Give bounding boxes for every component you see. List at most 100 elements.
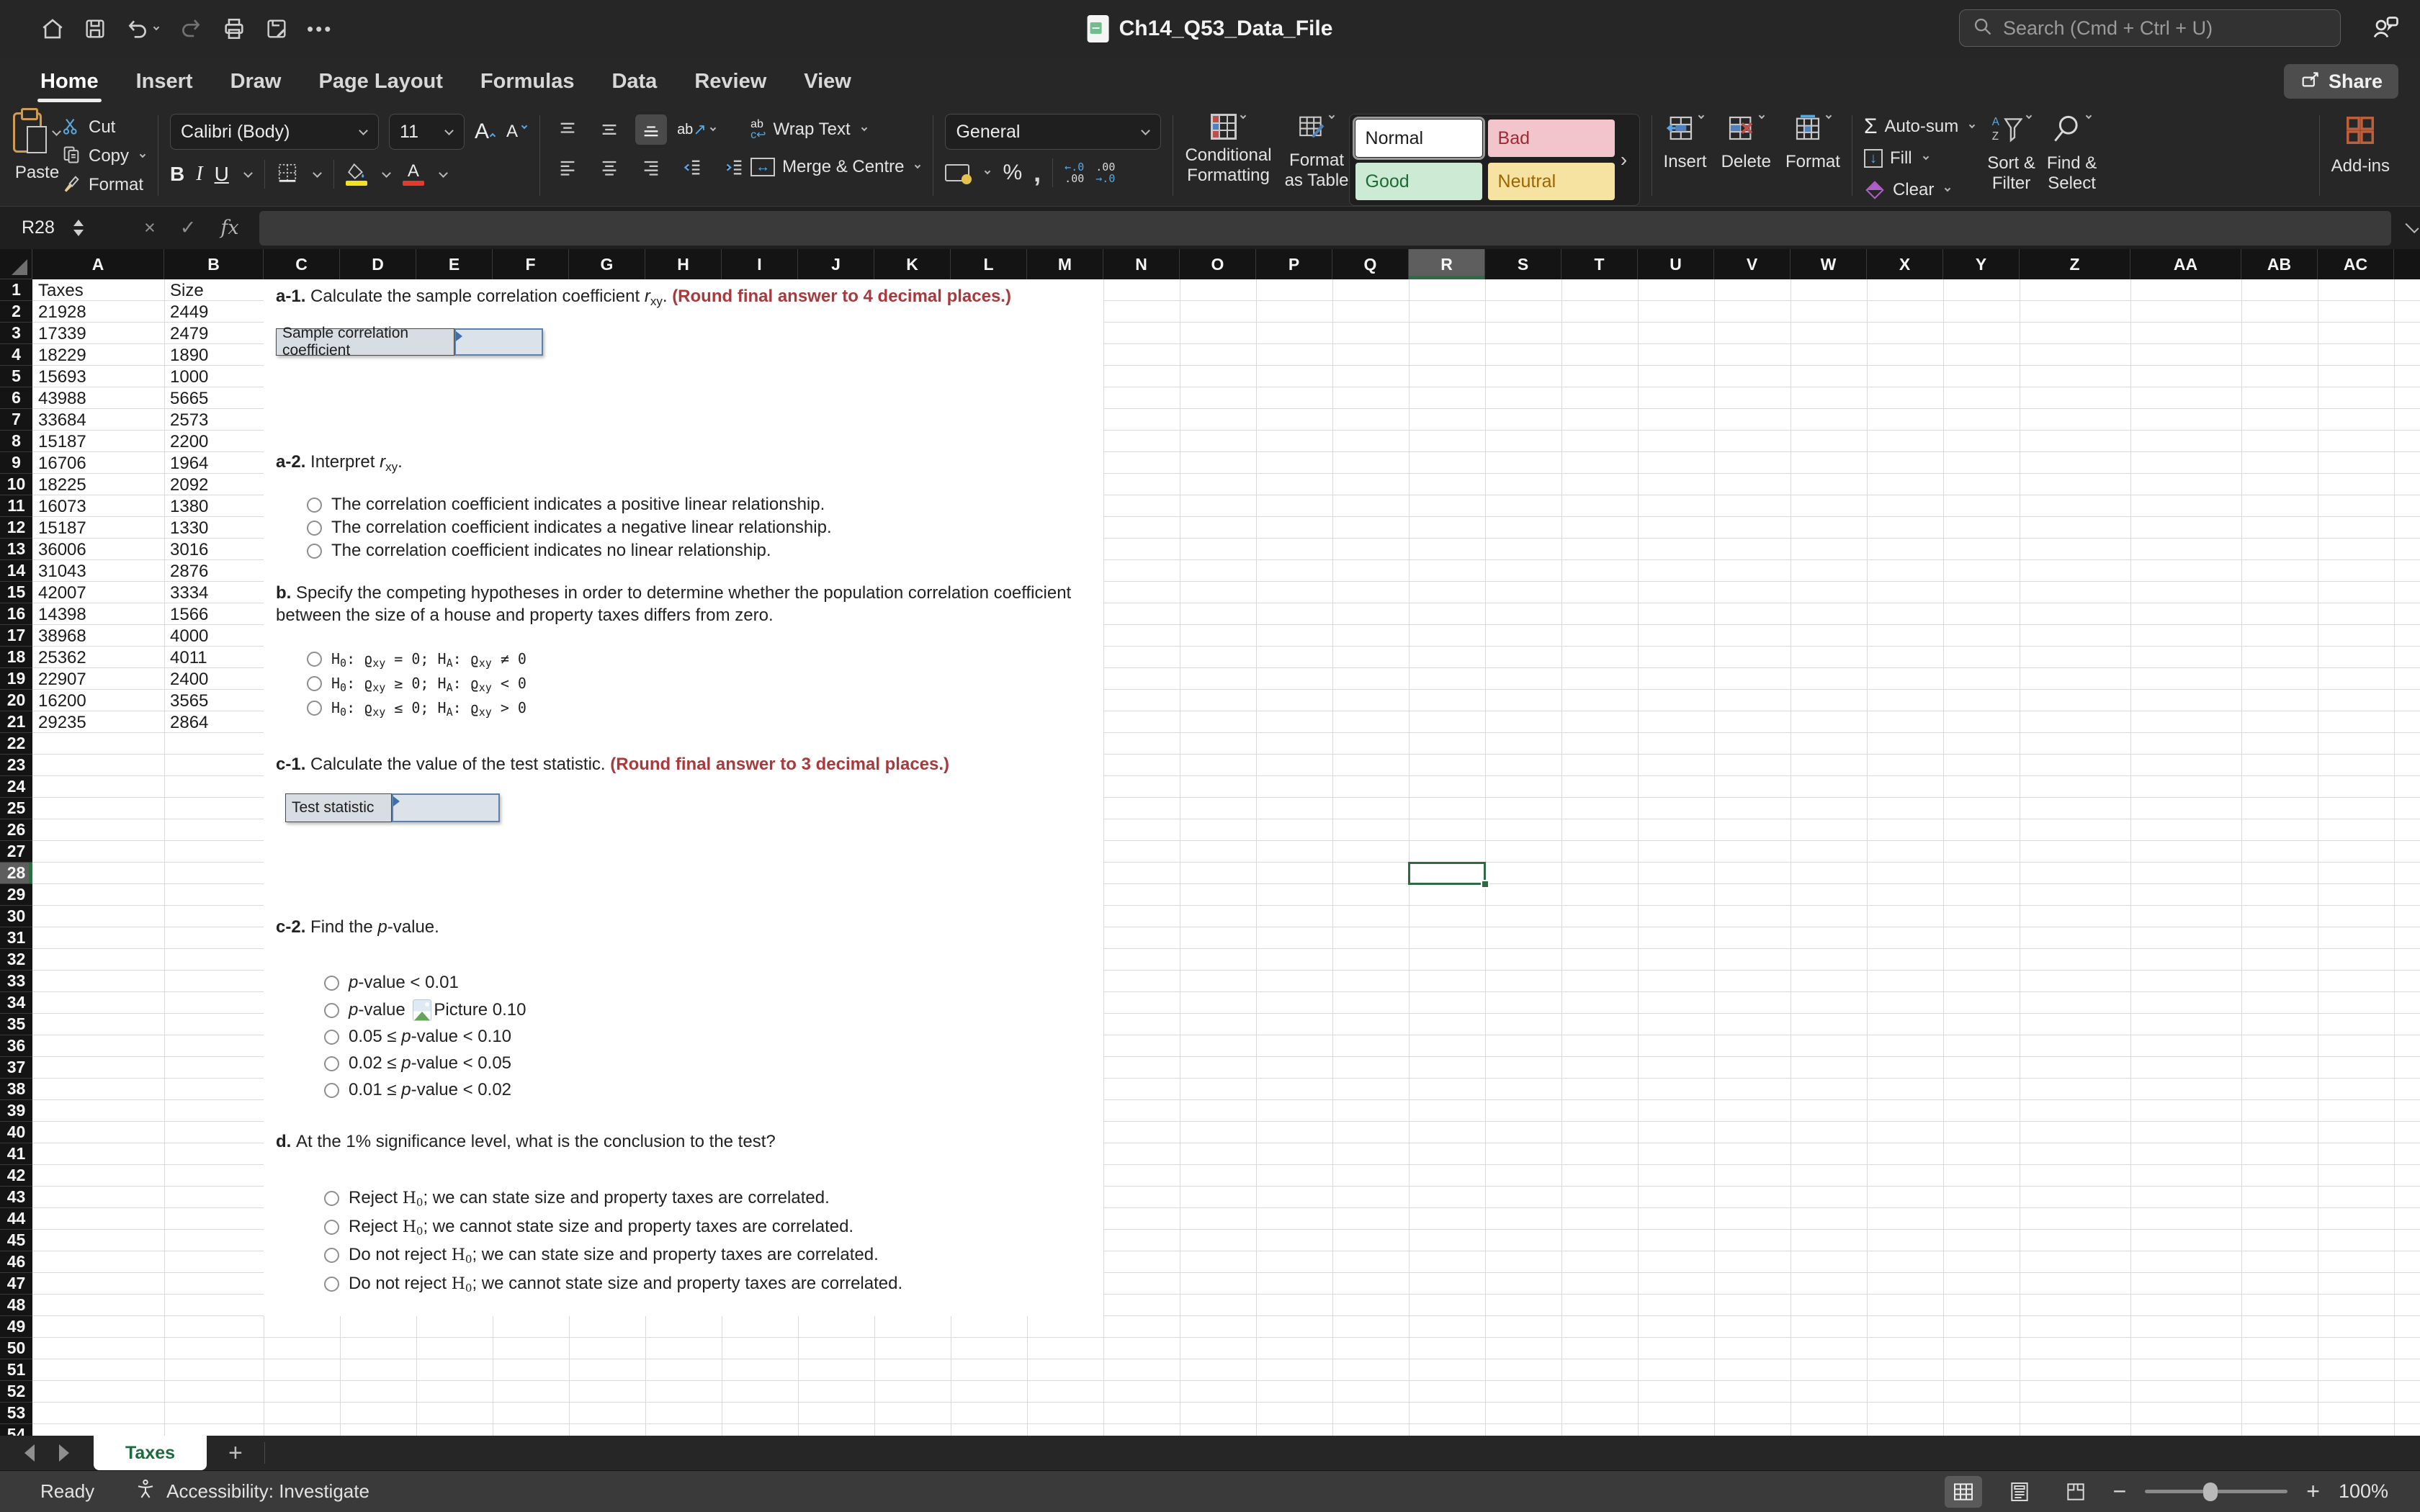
cell-B2[interactable]: 2449 (170, 302, 208, 323)
row-header-39[interactable]: 39 (0, 1100, 32, 1122)
cell-B9[interactable]: 1964 (170, 454, 208, 474)
radio-icon[interactable] (307, 675, 322, 691)
underline-chevron-icon[interactable] (243, 168, 253, 178)
cell-A15[interactable]: 42007 (38, 583, 86, 603)
find-select-button[interactable]: Find & Select (2047, 105, 2097, 206)
row-header-38[interactable]: 38 (0, 1079, 32, 1100)
column-header-U[interactable]: U (1638, 249, 1714, 279)
radio-option[interactable]: Do not reject H0; we cannot state size a… (324, 1273, 902, 1295)
format-painter-button[interactable]: Format (61, 173, 146, 197)
row-header-7[interactable]: 7 (0, 409, 32, 431)
cell-B5[interactable]: 1000 (170, 367, 208, 387)
add-sheet-button[interactable]: + (207, 1439, 264, 1467)
row-header-29[interactable]: 29 (0, 884, 32, 906)
print-icon[interactable] (222, 17, 246, 41)
row-header-33[interactable]: 33 (0, 971, 32, 992)
cell-B17[interactable]: 4000 (170, 626, 208, 647)
align-left-button[interactable] (552, 152, 583, 182)
radio-option[interactable]: 0.05 ≤ p-value < 0.10 (324, 1026, 511, 1048)
cell-A10[interactable]: 18225 (38, 475, 86, 495)
row-header-32[interactable]: 32 (0, 949, 32, 971)
sheet-tab-taxes[interactable]: Taxes (94, 1436, 207, 1470)
fill-color-button[interactable] (345, 163, 367, 186)
sort-filter-button[interactable]: AZ Sort & Filter (1987, 105, 2035, 206)
select-all-corner[interactable] (0, 249, 32, 279)
cell-B3[interactable]: 2479 (170, 324, 208, 344)
column-header-A[interactable]: A (32, 249, 164, 279)
bold-button[interactable]: B (170, 163, 184, 186)
row-header-21[interactable]: 21 (0, 711, 32, 733)
column-header-AA[interactable]: AA (2130, 249, 2241, 279)
delete-cells-button[interactable]: Delete (1721, 105, 1771, 206)
tab-draw[interactable]: Draw (212, 58, 300, 105)
radio-option[interactable]: p-value Picture 0.10 (324, 999, 526, 1021)
row-header-16[interactable]: 16 (0, 603, 32, 625)
next-sheet-icon[interactable] (59, 1444, 69, 1462)
font-name-select[interactable]: Calibri (Body) (170, 114, 380, 150)
row-header-52[interactable]: 52 (0, 1381, 32, 1403)
copy-menu-chevron-icon[interactable] (139, 151, 146, 158)
radio-option[interactable]: Reject H0; we can state size and propert… (324, 1187, 830, 1209)
row-header-41[interactable]: 41 (0, 1143, 32, 1165)
save-icon[interactable] (84, 17, 107, 40)
cell-A17[interactable]: 38968 (38, 626, 86, 647)
tab-review[interactable]: Review (676, 58, 785, 105)
cell-A20[interactable]: 16200 (38, 691, 86, 711)
zoom-in-icon[interactable]: + (2306, 1478, 2320, 1505)
cell-A6[interactable]: 43988 (38, 389, 86, 409)
row-header-26[interactable]: 26 (0, 819, 32, 841)
search-box[interactable]: Search (Cmd + Ctrl + U) (1959, 9, 2341, 47)
font-color-button[interactable]: A (402, 162, 424, 186)
column-header-M[interactable]: M (1027, 249, 1103, 279)
tab-view[interactable]: View (785, 58, 870, 105)
radio-option[interactable]: Do not reject H0; we can state size and … (324, 1244, 879, 1266)
row-header-50[interactable]: 50 (0, 1338, 32, 1359)
radio-icon[interactable] (324, 1190, 339, 1206)
radio-icon[interactable] (324, 975, 339, 991)
cell-A14[interactable]: 31043 (38, 562, 86, 582)
row-header-28[interactable]: 28 (0, 863, 32, 884)
shrink-font-button[interactable]: A (506, 122, 528, 142)
row-header-54[interactable]: 54 (0, 1424, 32, 1436)
radio-option[interactable]: p-value < 0.01 (324, 972, 459, 994)
column-header-R[interactable]: R (1409, 249, 1485, 279)
number-format-select[interactable]: General (945, 114, 1162, 150)
align-center-button[interactable] (593, 152, 625, 182)
row-header-23[interactable]: 23 (0, 755, 32, 776)
radio-icon[interactable] (307, 497, 322, 513)
save-as-icon[interactable] (265, 17, 288, 40)
cell-A7[interactable]: 33684 (38, 410, 86, 431)
row-header-20[interactable]: 20 (0, 690, 32, 711)
row-header-47[interactable]: 47 (0, 1273, 32, 1295)
column-header-V[interactable]: V (1714, 249, 1791, 279)
cell-A3[interactable]: 17339 (38, 324, 86, 344)
row-header-43[interactable]: 43 (0, 1187, 32, 1208)
row-header-46[interactable]: 46 (0, 1251, 32, 1273)
column-header-N[interactable]: N (1103, 249, 1180, 279)
column-header-L[interactable]: L (951, 249, 1027, 279)
align-top-button[interactable] (552, 114, 583, 145)
row-header-24[interactable]: 24 (0, 776, 32, 798)
normal-view-button[interactable] (1944, 1475, 1982, 1508)
radio-icon[interactable] (324, 1002, 339, 1018)
radio-icon[interactable] (307, 520, 322, 536)
formula-input[interactable] (259, 210, 2391, 246)
column-header-B[interactable]: B (164, 249, 264, 279)
column-header-P[interactable]: P (1256, 249, 1332, 279)
row-header-14[interactable]: 14 (0, 560, 32, 582)
clear-button[interactable]: Clear (1864, 176, 1976, 204)
column-header-AC[interactable]: AC (2318, 249, 2394, 279)
cell-A1[interactable]: Taxes (38, 281, 84, 301)
cell-A13[interactable]: 36006 (38, 540, 86, 560)
worksheet-grid[interactable]: Taxes Size 21928 2449 17339 2479 18229 1890 1569… (0, 249, 2420, 1436)
tab-home[interactable]: Home (22, 58, 117, 105)
row-header-6[interactable]: 6 (0, 387, 32, 409)
column-header-G[interactable]: G (569, 249, 645, 279)
cell-B20[interactable]: 3565 (170, 691, 208, 711)
undo-icon[interactable] (125, 17, 160, 41)
selected-cell[interactable] (1408, 862, 1489, 888)
radio-option[interactable]: 0.02 ≤ p-value < 0.05 (324, 1053, 511, 1074)
accessibility-status[interactable]: Accessibility: Investigate (94, 1478, 369, 1505)
fill-button[interactable]: ↓ Fill (1863, 144, 1976, 173)
row-header-48[interactable]: 48 (0, 1295, 32, 1316)
